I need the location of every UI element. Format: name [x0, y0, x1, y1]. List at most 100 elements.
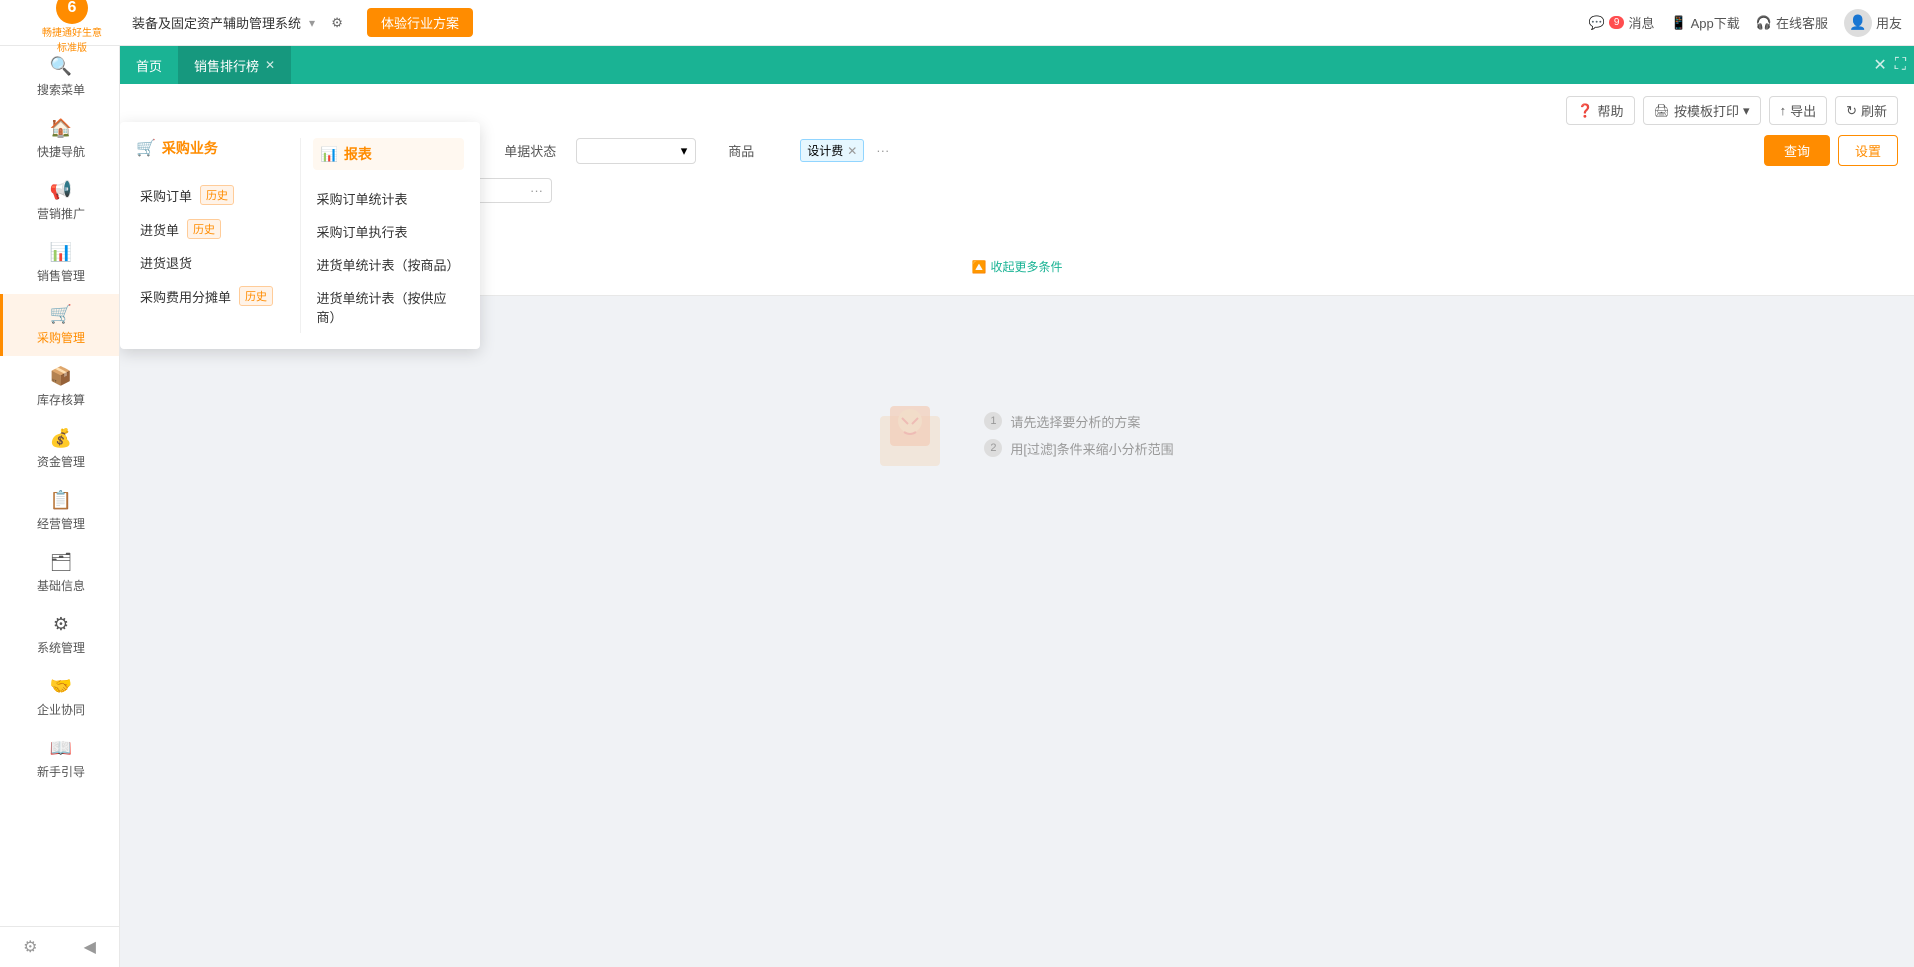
headset-icon: 🎧	[1756, 15, 1772, 31]
inventory-icon: 📦	[50, 366, 72, 387]
dropdown-item-arrival-by-supplier[interactable]: 进货单统计表（按供应商）	[313, 281, 465, 333]
main-layout: 🔍 搜索菜单 🏠 快捷导航 📢 营销推广 📊 销售管理 🛒 采购管理 📦 库存核…	[0, 46, 1914, 967]
report-icon: 📊	[321, 146, 338, 163]
filter-actions: 查询 设置	[1764, 135, 1898, 166]
refresh-btn[interactable]: ↻ 刷新	[1835, 96, 1898, 125]
print-icon: 🖨	[1654, 103, 1671, 119]
empty-tip-1: 1 请先选择要分析的方案	[984, 412, 1173, 431]
top-header: 6 畅捷通好生意 标准版 装备及固定资产辅助管理系统 ▾ ⚙ 体验行业方案 💬 …	[0, 0, 1914, 46]
sidebar-collapse-btn[interactable]: ◀	[84, 937, 96, 957]
tab-sales-rank[interactable]: 销售排行榜 ✕	[178, 46, 291, 84]
collapse-icon: 🔼	[972, 260, 987, 274]
toolbar-row: ❓ 帮助 🖨 按模板打印 ▾ ↑ 导出 ↻	[136, 96, 1898, 125]
purchase-icon: 🛒	[50, 304, 72, 325]
setting-btn[interactable]: 设置	[1838, 135, 1898, 166]
guide-icon: 📖	[50, 738, 72, 759]
more-dots-goods: ···	[876, 143, 889, 158]
message-badge: 9	[1609, 16, 1625, 29]
logo-subtitle: 畅捷通好生意 标准版	[42, 24, 102, 54]
message-action[interactable]: 💬 9 消息	[1589, 13, 1655, 32]
goods-label: 商品	[728, 141, 788, 160]
sidebar-item-system[interactable]: ⚙ 系统管理	[0, 604, 119, 666]
dropdown-item-arrival-by-goods[interactable]: 进货单统计表（按商品）	[313, 248, 465, 281]
col-divider	[300, 138, 301, 333]
help-btn[interactable]: ❓ 帮助	[1566, 96, 1634, 125]
tab-close-all-btn[interactable]: ✕	[1873, 55, 1886, 75]
export-icon: ↑	[1780, 103, 1787, 118]
app-download-action[interactable]: 📱 App下载	[1670, 13, 1739, 32]
finance-icon: 💰	[50, 428, 72, 449]
home-icon: 🏠	[50, 118, 72, 139]
sidebar-item-sales[interactable]: 📊 销售管理	[0, 232, 119, 294]
empty-tip-2: 2 用[过滤]条件来缩小分析范围	[984, 439, 1173, 458]
history-tag-1: 历史	[187, 219, 221, 239]
system-title-area: 装备及固定资产辅助管理系统 ▾ ⚙ 体验行业方案	[132, 8, 1589, 37]
sidebar-item-finance[interactable]: 💰 资金管理	[0, 418, 119, 480]
tab-fullscreen-btn[interactable]: ⛶	[1895, 56, 1906, 74]
user-action[interactable]: 👤 用友	[1844, 9, 1902, 37]
salesperson-dots: ···	[530, 183, 543, 198]
basic-icon: 🗂	[50, 552, 73, 573]
sidebar-item-guide[interactable]: 📖 新手引导	[0, 728, 119, 790]
tip-num-2: 2	[984, 439, 1002, 457]
empty-content: 1 请先选择要分析的方案 2 用[过滤]条件来缩小分析范围	[860, 376, 1173, 493]
purchase-dropdown-menu: 🛒 采购业务 采购订单 历史 进货单 历史 进货退货	[120, 122, 480, 349]
goods-control: 设计费 ✕	[800, 139, 864, 162]
online-service-action[interactable]: 🎧 在线客服	[1756, 13, 1828, 32]
dropdown-item-purchase-order[interactable]: 采购订单 历史	[136, 178, 288, 212]
system-dropdown-arrow[interactable]: ▾	[309, 16, 315, 30]
logo-icon: 6	[56, 0, 88, 24]
content-area: 首页 销售排行榜 ✕ ✕ ⛶ 🛒 采购业务	[120, 46, 1914, 967]
enterprise-icon: 🤝	[50, 676, 72, 697]
print-template-btn[interactable]: 🖨 按模板打印 ▾	[1643, 96, 1761, 125]
sidebar-item-quick-nav[interactable]: 🏠 快捷导航	[0, 108, 119, 170]
avatar: 👤	[1844, 9, 1872, 37]
sidebar-settings-btn[interactable]: ⚙	[23, 937, 37, 957]
sidebar-item-basic[interactable]: 🗂 基础信息	[0, 542, 119, 604]
doc-status-label: 单据状态	[504, 141, 564, 160]
page-content: 🛒 采购业务 采购订单 历史 进货单 历史 进货退货	[120, 84, 1914, 967]
goods-tag[interactable]: 设计费 ✕	[800, 139, 864, 162]
dropdown-item-arrival[interactable]: 进货单 历史	[136, 212, 288, 246]
empty-tips: 1 请先选择要分析的方案 2 用[过滤]条件来缩小分析范围	[984, 412, 1173, 458]
query-btn[interactable]: 查询	[1764, 135, 1830, 166]
system-settings-btn[interactable]: ⚙	[323, 9, 351, 37]
report-title: 📊 报表	[313, 138, 465, 170]
sidebar-item-operation[interactable]: 📋 经营管理	[0, 480, 119, 542]
industry-btn[interactable]: 体验行业方案	[367, 8, 473, 37]
sidebar-item-inventory[interactable]: 📦 库存核算	[0, 356, 119, 418]
sidebar-item-purchase[interactable]: 🛒 采购管理	[0, 294, 119, 356]
sidebar-item-marketing[interactable]: 📢 营销推广	[0, 170, 119, 232]
sidebar-item-search[interactable]: 🔍 搜索菜单	[0, 46, 119, 108]
help-icon: ❓	[1577, 103, 1593, 119]
sidebar-item-enterprise[interactable]: 🤝 企业协同	[0, 666, 119, 728]
search-icon: 🔍	[50, 56, 72, 77]
tab-close-btn[interactable]: ✕	[265, 58, 275, 72]
operation-icon: 📋	[50, 490, 72, 511]
print-dropdown-icon: ▾	[1743, 103, 1750, 119]
system-title: 装备及固定资产辅助管理系统	[132, 13, 301, 32]
refresh-icon: ↻	[1846, 103, 1857, 119]
dropdown-item-po-stat[interactable]: 采购订单统计表	[313, 182, 465, 215]
purchase-biz-icon: 🛒	[136, 138, 156, 158]
toolbar-right: ❓ 帮助 🖨 按模板打印 ▾ ↑ 导出 ↻	[1566, 96, 1898, 125]
dropdown-item-po-exec[interactable]: 采购订单执行表	[313, 215, 465, 248]
dropdown-item-purchase-cost[interactable]: 采购费用分摊单 历史	[136, 279, 288, 313]
logo-area: 6 畅捷通好生意 标准版	[12, 0, 132, 54]
goods-tag-close[interactable]: ✕	[847, 144, 857, 158]
dropdown-item-return[interactable]: 进货退货	[136, 246, 288, 279]
phone-icon: 📱	[1670, 15, 1686, 31]
system-icon: ⚙	[53, 614, 69, 635]
sidebar-footer: ⚙ ◀	[0, 926, 119, 967]
history-tag-0: 历史	[200, 185, 234, 205]
sidebar: 🔍 搜索菜单 🏠 快捷导航 📢 营销推广 📊 销售管理 🛒 采购管理 📦 库存核…	[0, 46, 120, 967]
doc-status-arrow: ▾	[681, 143, 688, 159]
doc-status-control[interactable]: ▾	[576, 138, 696, 164]
tab-bar: 首页 销售排行榜 ✕ ✕ ⛶	[120, 46, 1914, 84]
export-btn[interactable]: ↑ 导出	[1769, 96, 1828, 125]
empty-illustration	[860, 376, 960, 493]
header-right: 💬 9 消息 📱 App下载 🎧 在线客服 👤 用友	[1589, 9, 1902, 37]
message-icon: 💬	[1589, 15, 1605, 31]
purchase-biz-col: 🛒 采购业务 采购订单 历史 进货单 历史 进货退货	[136, 138, 288, 333]
sales-icon: 📊	[50, 242, 72, 263]
